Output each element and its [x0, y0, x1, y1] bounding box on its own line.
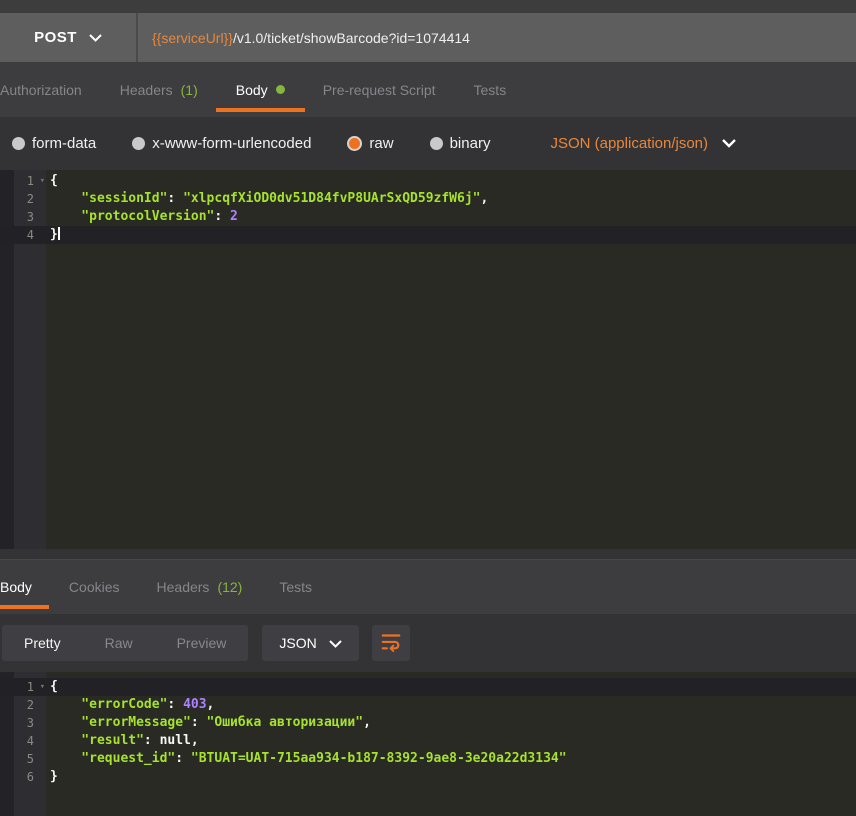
radio-icon [132, 137, 146, 150]
tab-label: Pre-request Script [322, 81, 436, 98]
url-input[interactable]: {{serviceUrl}}/v1.0/ticket/showBarcode?i… [138, 13, 856, 62]
line-number: 4 [26, 228, 34, 242]
code-text: "request_id": "BTUAT=UAT-715aa934-b187-8… [50, 751, 567, 766]
tab-label: Headers [156, 579, 210, 595]
word-wrap-icon [380, 630, 402, 657]
code-line: 6 } [0, 768, 856, 786]
tab-label: Headers [119, 81, 173, 98]
radio-selected-icon [347, 136, 363, 151]
method-label: POST [34, 29, 77, 46]
request-body-editor[interactable]: 1 ▾ { 2 "sessionId": "xlpcqfXiOD0dv51D84f… [0, 170, 856, 549]
chevron-down-icon [722, 135, 736, 153]
line-number: 2 [26, 698, 34, 712]
preview-button[interactable]: Preview [155, 625, 249, 661]
radio-label: raw [369, 135, 394, 152]
code-line: 4 "result": null, [0, 732, 856, 750]
code-line-active: 4 } [0, 226, 856, 244]
line-number: 4 [26, 734, 34, 748]
urlencoded-radio[interactable]: x-www-form-urlencoded [132, 135, 311, 152]
content-type-label: JSON (application/json) [550, 135, 709, 152]
radio-icon [429, 137, 443, 150]
view-mode-group: Pretty Raw Preview [2, 625, 249, 661]
code-text: "result": null, [50, 733, 199, 748]
radio-label: form-data [32, 135, 97, 152]
line-number: 1 ▾ [26, 172, 45, 190]
section-divider [0, 549, 856, 559]
headers-count-badge: (1) [180, 81, 198, 98]
tab-label: Tests [279, 579, 313, 595]
line-number: 3 [26, 210, 34, 224]
tab-label: Body [235, 81, 268, 98]
code-line: 3 "protocolVersion": 2 [0, 208, 856, 226]
headers-count-badge: (12) [217, 579, 243, 595]
tab-headers[interactable]: Headers (1) [120, 62, 198, 117]
code-text: "errorCode": 403, [50, 697, 215, 712]
code-text: } [50, 769, 58, 784]
line-number: 1 ▾ [26, 678, 45, 696]
code-text: { [50, 173, 58, 188]
chevron-down-icon [329, 635, 342, 651]
request-tabs: Authorization Headers (1) Body Pre-reque… [0, 62, 856, 117]
tab-label: Body [0, 579, 32, 595]
top-strip [0, 0, 856, 13]
line-number: 3 [26, 716, 34, 730]
binary-radio[interactable]: binary [429, 135, 491, 152]
response-body-viewer[interactable]: 1 ▾ { 2 "errorCode": 403, 3 "errorMessage… [0, 672, 856, 816]
tab-label: Cookies [68, 579, 120, 595]
raw-button[interactable]: Raw [83, 625, 155, 661]
line-number: 5 [26, 752, 34, 766]
radio-icon [12, 137, 25, 150]
radio-label: binary [449, 135, 491, 152]
response-tab-headers[interactable]: Headers (12) [157, 560, 243, 614]
word-wrap-button[interactable] [371, 625, 410, 661]
tab-body[interactable]: Body [215, 62, 305, 117]
tab-label: Authorization [0, 81, 82, 98]
url-path: /v1.0/ticket/showBarcode?id=1074414 [232, 29, 470, 46]
radio-label: x-www-form-urlencoded [152, 135, 312, 152]
body-dot-icon [275, 85, 285, 94]
format-label: JSON [279, 635, 317, 651]
code-line: 2 "sessionId": "xlpcqfXiOD0dv51D84fvP8UA… [0, 190, 856, 208]
code-text: { [50, 679, 58, 694]
format-dropdown[interactable]: JSON [262, 625, 359, 661]
tab-tests[interactable]: Tests [474, 62, 507, 117]
response-tab-tests[interactable]: Tests [279, 560, 312, 614]
response-toolbar: Pretty Raw Preview JSON [0, 614, 856, 672]
postman-window: POST {{serviceUrl}}/v1.0/ticket/showBarc… [0, 0, 856, 816]
response-tab-cookies[interactable]: Cookies [69, 560, 120, 614]
tab-label: Tests [473, 81, 507, 98]
pretty-button[interactable]: Pretty [2, 625, 83, 661]
text-cursor [57, 227, 60, 240]
chevron-down-icon [89, 29, 102, 47]
response-tab-body[interactable]: Body [0, 560, 49, 614]
request-url-bar: POST {{serviceUrl}}/v1.0/ticket/showBarc… [0, 13, 856, 62]
form-data-radio[interactable]: form-data [12, 135, 96, 152]
code-text: "sessionId": "xlpcqfXiOD0dv51D84fvP8UArS… [50, 191, 489, 206]
code-text: } [50, 227, 60, 242]
fold-arrow-icon[interactable]: ▾ [40, 678, 45, 696]
line-number: 2 [26, 192, 34, 206]
response-tabs: Body Cookies Headers (12) Tests [0, 559, 856, 614]
tab-authorization[interactable]: Authorization [0, 62, 82, 117]
code-line: 5 "request_id": "BTUAT=UAT-715aa934-b187… [0, 750, 856, 768]
code-line: 3 "errorMessage": "Ошибка авторизации", [0, 714, 856, 732]
body-type-row: form-data x-www-form-urlencoded raw bina… [0, 117, 856, 170]
method-selector[interactable]: POST [0, 13, 138, 62]
line-number: 6 [26, 770, 34, 784]
tab-pre-request-script[interactable]: Pre-request Script [323, 62, 436, 117]
code-text: "errorMessage": "Ошибка авторизации", [50, 715, 371, 730]
raw-radio[interactable]: raw [347, 135, 394, 152]
code-line-active: 1 ▾ { [0, 678, 856, 696]
url-variable: {{serviceUrl}} [152, 29, 233, 46]
code-line: 1 ▾ { [0, 172, 856, 190]
fold-arrow-icon[interactable]: ▾ [40, 172, 45, 190]
code-line: 2 "errorCode": 403, [0, 696, 856, 714]
code-text: "protocolVersion": 2 [50, 209, 238, 224]
content-type-selector[interactable]: JSON (application/json) [550, 135, 736, 153]
